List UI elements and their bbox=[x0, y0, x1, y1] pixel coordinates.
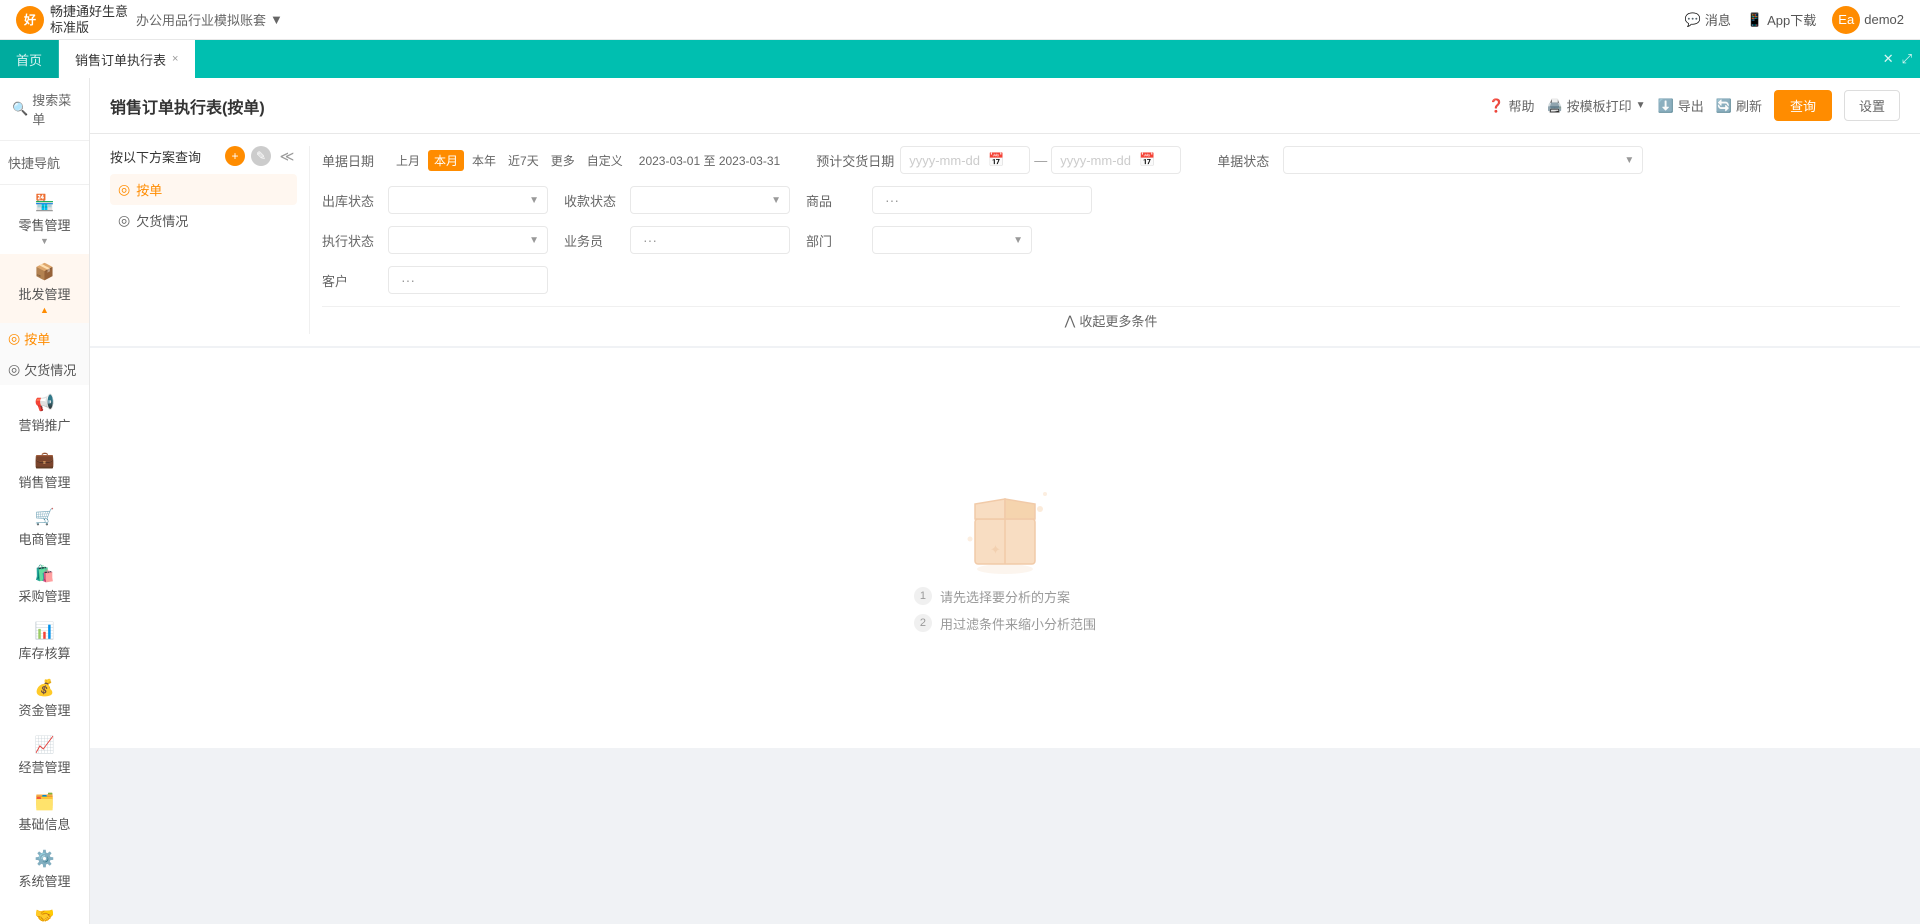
sidebar-item-inventory[interactable]: 📊 库存核算 bbox=[0, 613, 89, 670]
filter-row-1: 单据日期 上月 本月 本年 近7天 更多 自定义 2023-03-01 至 20… bbox=[322, 146, 1900, 174]
filter-exec: 执行状态 ▼ bbox=[322, 226, 548, 254]
sidebar-search[interactable]: 🔍 搜索菜单 bbox=[0, 78, 89, 141]
content-area: 销售订单执行表(按单) ❓ 帮助 🖨️ 按模板打印 ▼ ⬇️ 导出 🔄 刷新 bbox=[90, 78, 1920, 924]
window-close-icon[interactable]: ✕ bbox=[1883, 51, 1894, 67]
print-template-btn[interactable]: 🖨️ 按模板打印 ▼ bbox=[1546, 96, 1645, 115]
collapse-filters-btn[interactable]: ⋀ 收起更多条件 bbox=[322, 306, 1900, 334]
main-layout: 🔍 搜索菜单 快捷导航 🏪 零售管理 ▼ 📦 批发管理 ▲ ◎ 按单 bbox=[0, 78, 1920, 924]
sidebar-sub-item-debt[interactable]: ◎ 欠货情况 bbox=[0, 354, 89, 385]
collection-select[interactable]: ▼ bbox=[630, 186, 790, 214]
date-tab-7days[interactable]: 近7天 bbox=[504, 150, 543, 171]
page-actions: ❓ 帮助 🖨️ 按模板打印 ▼ ⬇️ 导出 🔄 刷新 查询 设置 bbox=[1488, 90, 1900, 121]
sidebar-item-ops[interactable]: 📈 经营管理 bbox=[0, 727, 89, 784]
date-from-input[interactable]: yyyy-mm-dd 📅 bbox=[900, 146, 1030, 174]
top-bar-right: 💬 消息 📱 App下载 Ea demo2 bbox=[1685, 6, 1904, 34]
date-tab-lastmonth[interactable]: 上月 bbox=[392, 150, 424, 171]
sidebar-submenu: ◎ 按单 ◎ 欠货情况 bbox=[0, 323, 89, 385]
sidebar-item-collab[interactable]: 🤝 企业协同 bbox=[0, 898, 89, 924]
edit-scheme-btn[interactable]: ✎ bbox=[251, 146, 271, 166]
hint-item-1: 1 请先选择要分析的方案 bbox=[914, 587, 1096, 606]
tab-sales-order[interactable]: 销售订单执行表 × bbox=[59, 40, 195, 78]
scheme-title: 按以下方案查询 + ✎ ≪ bbox=[110, 146, 297, 166]
filter-collection: 收款状态 ▼ bbox=[564, 186, 790, 214]
sidebar-item-ecommerce[interactable]: 🛒 电商管理 bbox=[0, 499, 89, 556]
query-btn[interactable]: 查询 bbox=[1774, 90, 1832, 121]
export-btn[interactable]: ⬇️ 导出 bbox=[1658, 96, 1704, 115]
tab-close-btn[interactable]: × bbox=[172, 53, 178, 65]
add-scheme-btn[interactable]: + bbox=[225, 146, 245, 166]
outbound-select[interactable]: ▼ bbox=[388, 186, 548, 214]
exec-select[interactable]: ▼ bbox=[388, 226, 548, 254]
logo-icon: 好 bbox=[16, 6, 44, 34]
empty-hints: 1 请先选择要分析的方案 2 用过滤条件来缩小分析范围 bbox=[914, 587, 1096, 633]
date-tab-thismonth[interactable]: 本月 bbox=[428, 150, 464, 171]
top-bar-left: 好 畅捷通好生意 标准版 办公用品行业模拟账套 ▼ bbox=[16, 4, 283, 35]
filter-conditions: 单据日期 上月 本月 本年 近7天 更多 自定义 2023-03-01 至 20… bbox=[322, 146, 1900, 334]
sidebar-item-wholesale[interactable]: 📦 批发管理 ▲ bbox=[0, 254, 89, 323]
avatar: Ea bbox=[1832, 6, 1860, 34]
filter-dept: 部门 ▼ bbox=[806, 226, 1032, 254]
app-download-btn[interactable]: 📱 App下载 bbox=[1747, 10, 1816, 29]
scheme-actions: + ✎ ≪ bbox=[225, 146, 297, 166]
refresh-btn[interactable]: 🔄 刷新 bbox=[1716, 96, 1762, 115]
filter-date: 单据日期 上月 本月 本年 近7天 更多 自定义 2023-03-01 至 20… bbox=[322, 150, 780, 171]
date-tab-custom[interactable]: 自定义 bbox=[583, 150, 627, 171]
goods-input[interactable]: ··· bbox=[872, 186, 1092, 214]
hint-item-2: 2 用过滤条件来缩小分析范围 bbox=[914, 614, 1096, 633]
date-range-picker: yyyy-mm-dd 📅 — yyyy-mm-dd 📅 bbox=[900, 146, 1181, 174]
empty-icon: ✦ bbox=[945, 464, 1065, 587]
window-expand-icon[interactable]: ⤢ bbox=[1902, 51, 1912, 67]
filter-goods: 商品 ··· bbox=[806, 186, 1092, 214]
search-menu-btn[interactable]: 🔍 搜索菜单 bbox=[8, 86, 81, 132]
scheme-item-order[interactable]: ◎ 按单 bbox=[110, 174, 297, 205]
date-to-input[interactable]: yyyy-mm-dd 📅 bbox=[1051, 146, 1181, 174]
filter-expected-date: 预计交货日期 yyyy-mm-dd 📅 — yyyy-mm-dd 📅 bbox=[816, 146, 1181, 174]
filter-scheme-panel: 按以下方案查询 + ✎ ≪ ◎ 按单 ◎ 欠货情况 bbox=[110, 146, 310, 334]
quick-nav-label[interactable]: 快捷导航 bbox=[0, 149, 89, 176]
filter-outbound: 出库状态 ▼ bbox=[322, 186, 548, 214]
filter-status: 单据状态 ▼ bbox=[1217, 146, 1643, 174]
date-tabs: 上月 本月 本年 近7天 更多 自定义 bbox=[392, 150, 627, 171]
salesman-input[interactable]: ··· bbox=[630, 226, 790, 254]
sidebar-quick-nav: 快捷导航 bbox=[0, 141, 89, 185]
dept-select[interactable]: ▼ bbox=[872, 226, 1032, 254]
sidebar-sub-item-order[interactable]: ◎ 按单 bbox=[0, 323, 89, 354]
help-btn[interactable]: ❓ 帮助 bbox=[1488, 96, 1534, 115]
date-tab-more[interactable]: 更多 bbox=[547, 150, 579, 171]
sidebar-item-purchase[interactable]: 🛍️ 采购管理 bbox=[0, 556, 89, 613]
nav-tab-expand: ✕ ⤢ bbox=[1883, 51, 1912, 67]
nav-tabs: 首页 销售订单执行表 × ✕ ⤢ bbox=[0, 40, 1920, 78]
logo-area: 好 畅捷通好生意 标准版 bbox=[16, 4, 128, 35]
date-tab-thisyear[interactable]: 本年 bbox=[468, 150, 500, 171]
breadcrumb[interactable]: 办公用品行业模拟账套 ▼ bbox=[136, 10, 283, 29]
scheme-item-debt[interactable]: ◎ 欠货情况 bbox=[110, 205, 297, 236]
settings-btn[interactable]: 设置 bbox=[1844, 90, 1900, 121]
collapse-scheme-btn[interactable]: ≪ bbox=[277, 146, 297, 166]
sidebar-item-marketing[interactable]: 📢 营销推广 bbox=[0, 385, 89, 442]
sidebar-item-finance[interactable]: 💰 资金管理 bbox=[0, 670, 89, 727]
svg-text:✦: ✦ bbox=[990, 542, 1001, 557]
filter-row-2: 出库状态 ▼ 收款状态 ▼ 商品 bbox=[322, 186, 1900, 214]
filter-panel: 按以下方案查询 + ✎ ≪ ◎ 按单 ◎ 欠货情况 bbox=[90, 134, 1920, 346]
user-menu[interactable]: Ea demo2 bbox=[1832, 6, 1904, 34]
message-btn[interactable]: 💬 消息 bbox=[1685, 10, 1731, 29]
sidebar-item-retail[interactable]: 🏪 零售管理 ▼ bbox=[0, 185, 89, 254]
status-select[interactable]: ▼ bbox=[1283, 146, 1643, 174]
filter-salesman: 业务员 ··· bbox=[564, 226, 790, 254]
top-bar: 好 畅捷通好生意 标准版 办公用品行业模拟账套 ▼ 💬 消息 📱 App下载 E… bbox=[0, 0, 1920, 40]
page-header: 销售订单执行表(按单) ❓ 帮助 🖨️ 按模板打印 ▼ ⬇️ 导出 🔄 刷新 bbox=[90, 78, 1920, 134]
tab-home[interactable]: 首页 bbox=[0, 40, 59, 78]
page-title: 销售订单执行表(按单) bbox=[110, 94, 265, 118]
sidebar: 🔍 搜索菜单 快捷导航 🏪 零售管理 ▼ 📦 批发管理 ▲ ◎ 按单 bbox=[0, 78, 90, 924]
sidebar-item-sales[interactable]: 💼 销售管理 bbox=[0, 442, 89, 499]
filter-row-3: 执行状态 ▼ 业务员 ··· 部门 bbox=[322, 226, 1900, 254]
empty-state: ✦ 1 请先选择要分析的方案 2 用过滤条 bbox=[90, 348, 1920, 748]
logo-text: 畅捷通好生意 标准版 bbox=[50, 4, 128, 35]
customer-input[interactable]: ··· bbox=[388, 266, 548, 294]
filter-row-4: 客户 ··· bbox=[322, 266, 1900, 294]
sidebar-item-basic[interactable]: 🗂️ 基础信息 bbox=[0, 784, 89, 841]
filter-customer: 客户 ··· bbox=[322, 266, 548, 294]
sidebar-item-system[interactable]: ⚙️ 系统管理 bbox=[0, 841, 89, 898]
